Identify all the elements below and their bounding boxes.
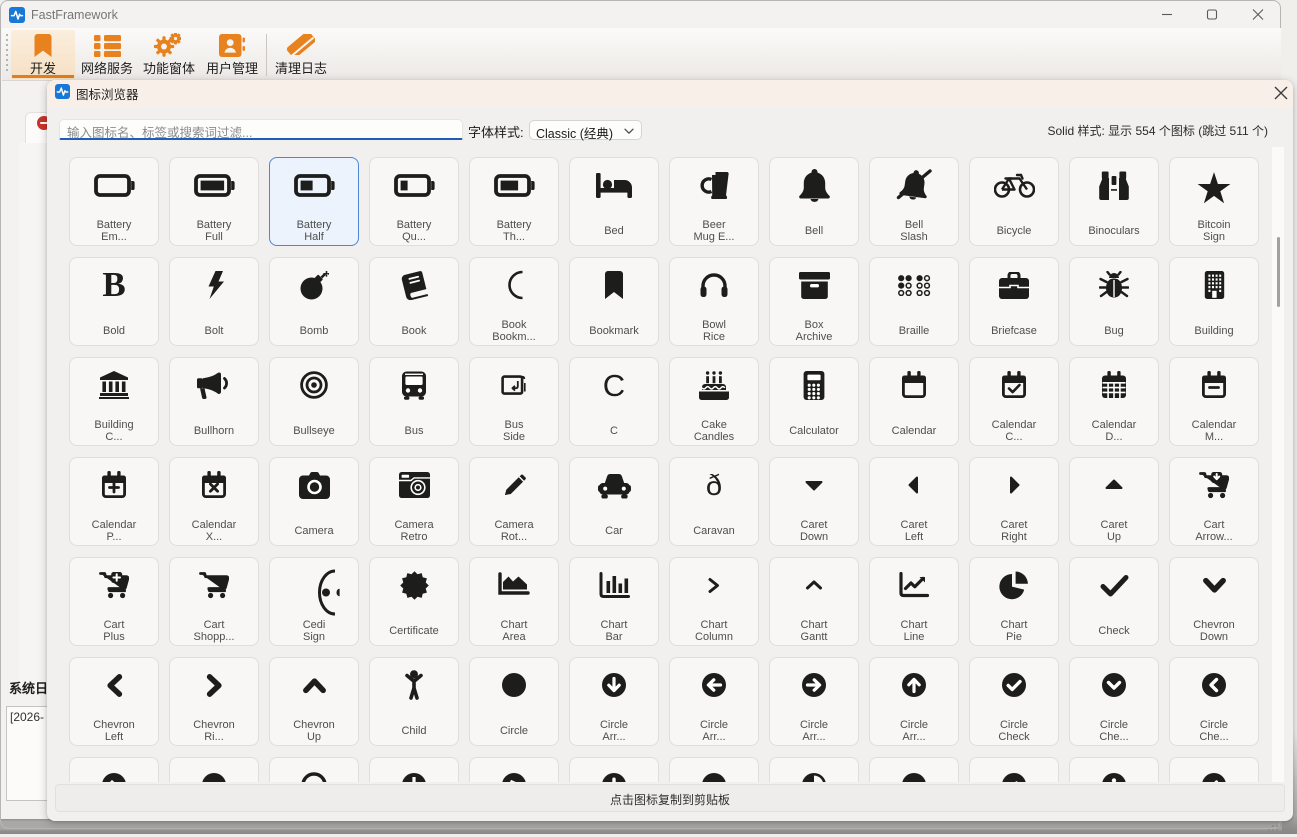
svg-text:ð: ð: [706, 470, 722, 500]
svg-text:C: C: [603, 369, 625, 401]
svg-text:B: B: [102, 270, 125, 300]
